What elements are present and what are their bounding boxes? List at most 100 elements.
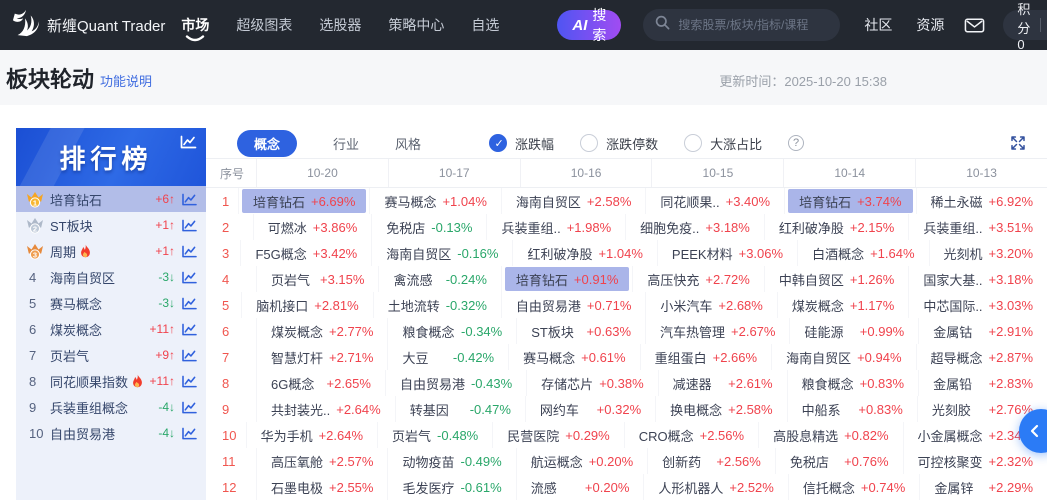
trend-chart-icon[interactable] (181, 375, 198, 388)
sector-cell[interactable]: 光刻机 +3.20% (928, 240, 1047, 266)
sector-cell[interactable]: 金属钴 +2.91% (918, 318, 1047, 344)
sector-cell[interactable]: 兵装重组.. +3.51% (908, 214, 1047, 240)
ai-search-button[interactable]: AI 搜索 (557, 7, 622, 43)
sector-cell[interactable]: 共封装光.. +2.64% (256, 396, 395, 422)
sector-cell[interactable]: 金属锌 +2.29% (919, 474, 1047, 500)
nav-item-0[interactable]: 市场 (181, 11, 209, 42)
nav-item-3[interactable]: 策略中心 (388, 11, 444, 39)
sector-cell[interactable]: 小米汽车 +2.68% (645, 292, 776, 318)
radio-checked-icon[interactable] (489, 134, 508, 152)
sector-cell[interactable]: CRO概念 +2.56% (623, 422, 758, 448)
sector-cell[interactable]: 换电概念 +2.58% (655, 396, 786, 422)
feature-help-link[interactable]: 功能说明 (100, 71, 152, 90)
ranking-trend-chart-icon[interactable] (180, 135, 197, 154)
ranking-item[interactable]: 9 兵装重组概念 -4↓ (16, 394, 206, 420)
sector-cell[interactable]: 页岩气 -0.48% (377, 422, 492, 448)
sector-cell[interactable]: 海南自贸区 +0.94% (771, 344, 915, 370)
sector-cell[interactable]: 航运概念 +0.20% (515, 448, 647, 474)
sector-cell[interactable]: 存储芯片 +0.38% (526, 370, 657, 396)
sector-cell[interactable]: 6G概念 +2.65% (256, 370, 385, 396)
sector-cell[interactable]: 中韩自贸区 +1.26% (763, 266, 908, 292)
sector-cell[interactable]: 转基因 -0.47% (394, 396, 525, 422)
sector-cell[interactable]: 煤炭概念 +1.17% (776, 292, 908, 318)
sector-cell[interactable]: 海南自贸区 -0.16% (371, 240, 512, 266)
sector-cell[interactable]: 国家大基.. +3.18% (908, 266, 1047, 292)
trend-chart-icon[interactable] (181, 401, 198, 414)
global-search[interactable] (643, 9, 841, 41)
sector-cell[interactable]: 减速器 +2.61% (657, 370, 787, 396)
sector-cell[interactable]: ST板块 +0.63% (516, 318, 645, 344)
sector-cell[interactable]: 免税店 -0.13% (371, 214, 486, 240)
sector-cell[interactable]: 土地流转 -0.32% (372, 292, 501, 318)
sector-cell[interactable]: 金属铅 +2.83% (918, 370, 1047, 396)
trend-chart-icon[interactable] (181, 323, 198, 336)
sector-cell[interactable]: 流感 +0.20% (515, 474, 644, 500)
sector-cell[interactable]: 动物疫苗 -0.49% (387, 448, 515, 474)
brand[interactable]: 新缠Quant Trader (12, 7, 165, 44)
sector-cell[interactable]: PEEK材料 +3.06% (656, 240, 797, 266)
sector-cell[interactable]: 红利破净股 +2.15% (763, 214, 908, 240)
sector-cell[interactable]: 赛马概念 +0.61% (508, 344, 639, 370)
sector-cell[interactable]: 高压氧舱 +2.57% (256, 448, 387, 474)
search-input[interactable] (678, 18, 829, 32)
metric-option-0[interactable]: 涨跌幅 (489, 134, 554, 153)
date-column-header[interactable]: 10-16 (519, 159, 652, 187)
sector-cell[interactable]: 页岩气 +3.15% (256, 266, 378, 292)
sector-cell[interactable]: 兵装重组.. +1.98% (486, 214, 625, 240)
sector-cell[interactable]: 培育钻石 +3.74% (784, 188, 915, 214)
sector-cell[interactable]: 毛发医疗 -0.61% (387, 474, 515, 500)
sector-cell[interactable]: 超导概念 +2.87% (915, 344, 1047, 370)
sector-cell[interactable]: F5G概念 +3.42% (240, 240, 371, 266)
sector-cell[interactable]: 细胞免疫.. +3.18% (625, 214, 764, 240)
sector-cell[interactable]: 红利破净股 +1.04% (512, 240, 656, 266)
trend-chart-icon[interactable] (181, 219, 198, 232)
sector-cell[interactable]: 高压快充 +2.72% (632, 266, 763, 292)
tab-2[interactable]: 风格 (395, 134, 421, 153)
ranking-item[interactable]: 2 ST板块 +1↑ (16, 212, 206, 238)
sector-cell[interactable]: 免税店 +0.76% (774, 448, 903, 474)
ranking-item[interactable]: 10 自由贸易港 -4↓ (16, 420, 206, 446)
sector-cell[interactable]: 自由贸易港 +0.71% (500, 292, 645, 318)
nav-item-1[interactable]: 超级图表 (236, 11, 292, 39)
trend-chart-icon[interactable] (181, 297, 198, 310)
sector-cell[interactable]: 煤炭概念 +2.77% (256, 318, 387, 344)
tab-1[interactable]: 行业 (333, 134, 359, 153)
ranking-item[interactable]: 3 周期 +1↑ (16, 238, 206, 264)
nav-item-4[interactable]: 自选 (471, 11, 499, 39)
sector-cell[interactable]: 中芯国际.. +3.03% (908, 292, 1047, 318)
sector-cell[interactable]: 华为手机 +2.64% (245, 422, 377, 448)
sector-cell[interactable]: 信托概念 +0.74% (787, 474, 919, 500)
help-icon[interactable]: ? (788, 135, 805, 151)
sector-cell[interactable]: 脑机接口 +2.81% (241, 292, 372, 318)
sector-cell[interactable]: 民营医院 +0.29% (492, 422, 623, 448)
ranking-item[interactable]: 4 海南自贸区 -3↓ (16, 264, 206, 290)
mail-icon[interactable] (964, 17, 985, 34)
sector-cell[interactable]: 粮食概念 +0.83% (786, 370, 918, 396)
ranking-item[interactable]: 7 页岩气 +9↑ (16, 342, 206, 368)
sector-cell[interactable]: 网约车 +0.32% (524, 396, 655, 422)
sector-cell[interactable]: 创新药 +2.56% (647, 448, 775, 474)
resources-link[interactable]: 资源 (916, 15, 944, 35)
date-column-header[interactable]: 10-15 (651, 159, 783, 187)
trend-chart-icon[interactable] (181, 193, 198, 206)
sector-cell[interactable]: 智慧灯杆 +2.71% (256, 344, 387, 370)
sector-cell[interactable]: 大豆 -0.42% (387, 344, 508, 370)
ranking-item[interactable]: 1 培育钻石 +6↑ (16, 186, 206, 212)
date-column-header[interactable]: 10-17 (387, 159, 520, 187)
metric-option-2[interactable]: 大涨占比 (684, 134, 762, 153)
sector-cell[interactable]: 硅能源 +0.99% (789, 318, 918, 344)
metric-option-1[interactable]: 涨跌停数 (580, 134, 658, 153)
sector-cell[interactable]: 稀土永磁 +6.92% (915, 188, 1047, 214)
tab-0[interactable]: 概念 (237, 129, 298, 157)
date-column-header[interactable]: 10-13 (915, 159, 1047, 187)
sector-cell[interactable]: 可燃冰 +3.86% (252, 214, 371, 240)
date-column-header[interactable]: 10-14 (783, 159, 915, 187)
sector-cell[interactable]: 粮食概念 -0.34% (387, 318, 516, 344)
radio-unchecked-icon[interactable] (580, 134, 599, 152)
sector-cell[interactable]: 培育钻石 +6.69% (237, 188, 369, 214)
sector-cell[interactable]: 同花顺果.. +3.40% (645, 188, 784, 214)
trend-chart-icon[interactable] (181, 349, 198, 362)
sector-cell[interactable]: 汽车热管理 +2.67% (645, 318, 789, 344)
sector-cell[interactable]: 赛马概念 +1.04% (369, 188, 500, 214)
date-column-header[interactable]: 10-20 (256, 159, 388, 187)
